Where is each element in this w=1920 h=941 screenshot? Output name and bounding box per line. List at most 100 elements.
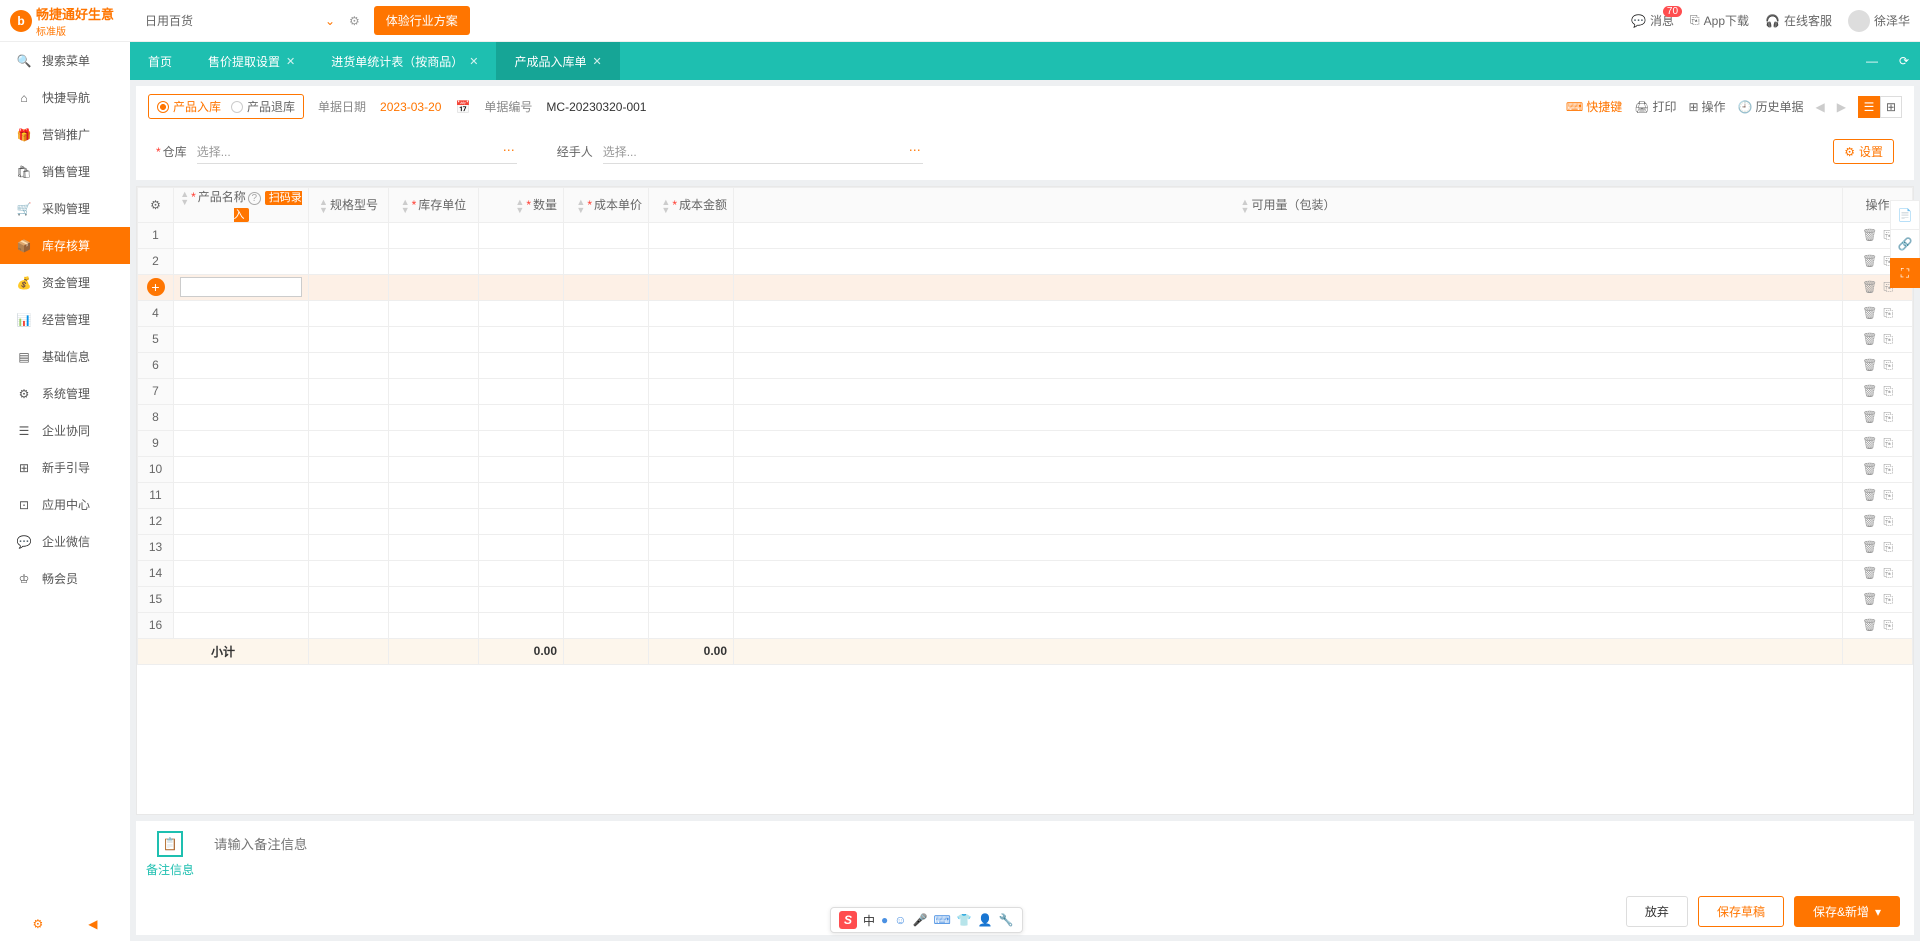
cell-unit[interactable]	[389, 586, 479, 612]
copy-icon[interactable]: ⎘	[1883, 618, 1893, 632]
cell-available[interactable]	[734, 222, 1843, 248]
cell-product[interactable]	[174, 430, 309, 456]
cell-available[interactable]	[734, 300, 1843, 326]
cell-available[interactable]	[734, 612, 1843, 638]
settings-icon[interactable]: ⚙	[33, 917, 44, 931]
sidebar-item-1[interactable]: ⌂快捷导航	[0, 79, 130, 116]
cell-available[interactable]	[734, 560, 1843, 586]
online-service-button[interactable]: 🎧 在线客服	[1765, 12, 1832, 29]
cell-qty[interactable]	[479, 378, 564, 404]
delete-icon[interactable]: 🗑	[1862, 280, 1877, 294]
cell-available[interactable]	[734, 456, 1843, 482]
print-button[interactable]: 🖨打印	[1634, 98, 1676, 115]
table-row[interactable]: 1🗑⎘	[138, 222, 1913, 248]
cell-product[interactable]	[174, 300, 309, 326]
sidebar-item-14[interactable]: ♔畅会员	[0, 560, 130, 597]
copy-icon[interactable]: ⎘	[1883, 592, 1893, 606]
cell-spec[interactable]	[309, 248, 389, 274]
col-product[interactable]: ▲▼*产品名称?扫码录入	[174, 188, 309, 223]
table-row[interactable]: 5🗑⎘	[138, 326, 1913, 352]
cell-product[interactable]	[174, 352, 309, 378]
settings-button[interactable]: ⚙设置	[1833, 139, 1894, 164]
copy-icon[interactable]: ⎘	[1883, 462, 1893, 476]
table-row[interactable]: 6🗑⎘	[138, 352, 1913, 378]
view-list-button[interactable]: ☰	[1858, 96, 1880, 118]
cell-amount[interactable]	[649, 326, 734, 352]
copy-icon[interactable]: ⎘	[1883, 358, 1893, 372]
cell-spec[interactable]	[309, 222, 389, 248]
cell-qty[interactable]	[479, 508, 564, 534]
cell-spec[interactable]	[309, 456, 389, 482]
prev-icon[interactable]: ◀	[1816, 100, 1825, 114]
cell-product[interactable]	[174, 482, 309, 508]
cell-spec[interactable]	[309, 586, 389, 612]
cell-qty[interactable]	[479, 482, 564, 508]
tab-2[interactable]: 进货单统计表（按商品）✕	[313, 42, 496, 80]
cell-unit[interactable]	[389, 222, 479, 248]
cell-unit[interactable]	[389, 560, 479, 586]
float-note-button[interactable]: 📄	[1890, 200, 1920, 230]
cell-spec[interactable]	[309, 300, 389, 326]
cell-available[interactable]	[734, 378, 1843, 404]
sidebar-item-4[interactable]: 🛒采购管理	[0, 190, 130, 227]
copy-icon[interactable]: ⎘	[1883, 384, 1893, 398]
cell-amount[interactable]	[649, 586, 734, 612]
cell-available[interactable]	[734, 508, 1843, 534]
cell-unit[interactable]	[389, 612, 479, 638]
cell-price[interactable]	[564, 508, 649, 534]
operate-button[interactable]: ⊞操作	[1688, 98, 1725, 115]
copy-icon[interactable]: ⎘	[1883, 566, 1893, 580]
tab-3[interactable]: 产成品入库单✕	[496, 42, 619, 80]
copy-icon[interactable]: ⎘	[1883, 514, 1893, 528]
table-row[interactable]: +🗑⎘	[138, 274, 1913, 300]
cell-amount[interactable]	[649, 456, 734, 482]
cell-spec[interactable]	[309, 508, 389, 534]
product-input[interactable]	[180, 277, 302, 297]
delete-icon[interactable]: 🗑	[1862, 254, 1877, 268]
app-download-button[interactable]: ⎘ App下载	[1690, 12, 1749, 29]
cell-product[interactable]	[174, 404, 309, 430]
copy-icon[interactable]: ⎘	[1883, 540, 1893, 554]
delete-icon[interactable]: 🗑	[1862, 514, 1877, 528]
cell-product[interactable]	[174, 534, 309, 560]
cell-price[interactable]	[564, 586, 649, 612]
close-icon[interactable]: ✕	[469, 55, 478, 68]
cell-amount[interactable]	[649, 248, 734, 274]
cell-available[interactable]	[734, 430, 1843, 456]
cell-product[interactable]	[174, 456, 309, 482]
cell-amount[interactable]	[649, 378, 734, 404]
cell-amount[interactable]	[649, 222, 734, 248]
cell-product[interactable]	[174, 586, 309, 612]
cell-product[interactable]	[174, 274, 309, 300]
delete-icon[interactable]: 🗑	[1862, 410, 1877, 424]
cell-available[interactable]	[734, 404, 1843, 430]
next-icon[interactable]: ▶	[1837, 100, 1846, 114]
cell-qty[interactable]	[479, 326, 564, 352]
cell-spec[interactable]	[309, 274, 389, 300]
cell-available[interactable]	[734, 482, 1843, 508]
cell-qty[interactable]	[479, 456, 564, 482]
cell-spec[interactable]	[309, 612, 389, 638]
float-expand-button[interactable]: ⛶	[1890, 258, 1920, 288]
tab-minimize-button[interactable]: —	[1856, 54, 1888, 68]
delete-icon[interactable]: 🗑	[1862, 228, 1877, 242]
cell-amount[interactable]	[649, 300, 734, 326]
cell-spec[interactable]	[309, 560, 389, 586]
add-row-button[interactable]: +	[147, 278, 165, 296]
cell-product[interactable]	[174, 326, 309, 352]
cell-qty[interactable]	[479, 534, 564, 560]
cell-unit[interactable]	[389, 352, 479, 378]
cell-price[interactable]	[564, 222, 649, 248]
cell-unit[interactable]	[389, 508, 479, 534]
cell-price[interactable]	[564, 300, 649, 326]
gear-icon[interactable]: ⚙	[349, 14, 360, 28]
tab-0[interactable]: 首页	[130, 42, 190, 80]
delete-icon[interactable]: 🗑	[1862, 332, 1877, 346]
cell-qty[interactable]	[479, 560, 564, 586]
cell-qty[interactable]	[479, 404, 564, 430]
cell-amount[interactable]	[649, 482, 734, 508]
cell-price[interactable]	[564, 404, 649, 430]
cell-available[interactable]	[734, 326, 1843, 352]
cell-unit[interactable]	[389, 404, 479, 430]
cell-product[interactable]	[174, 612, 309, 638]
